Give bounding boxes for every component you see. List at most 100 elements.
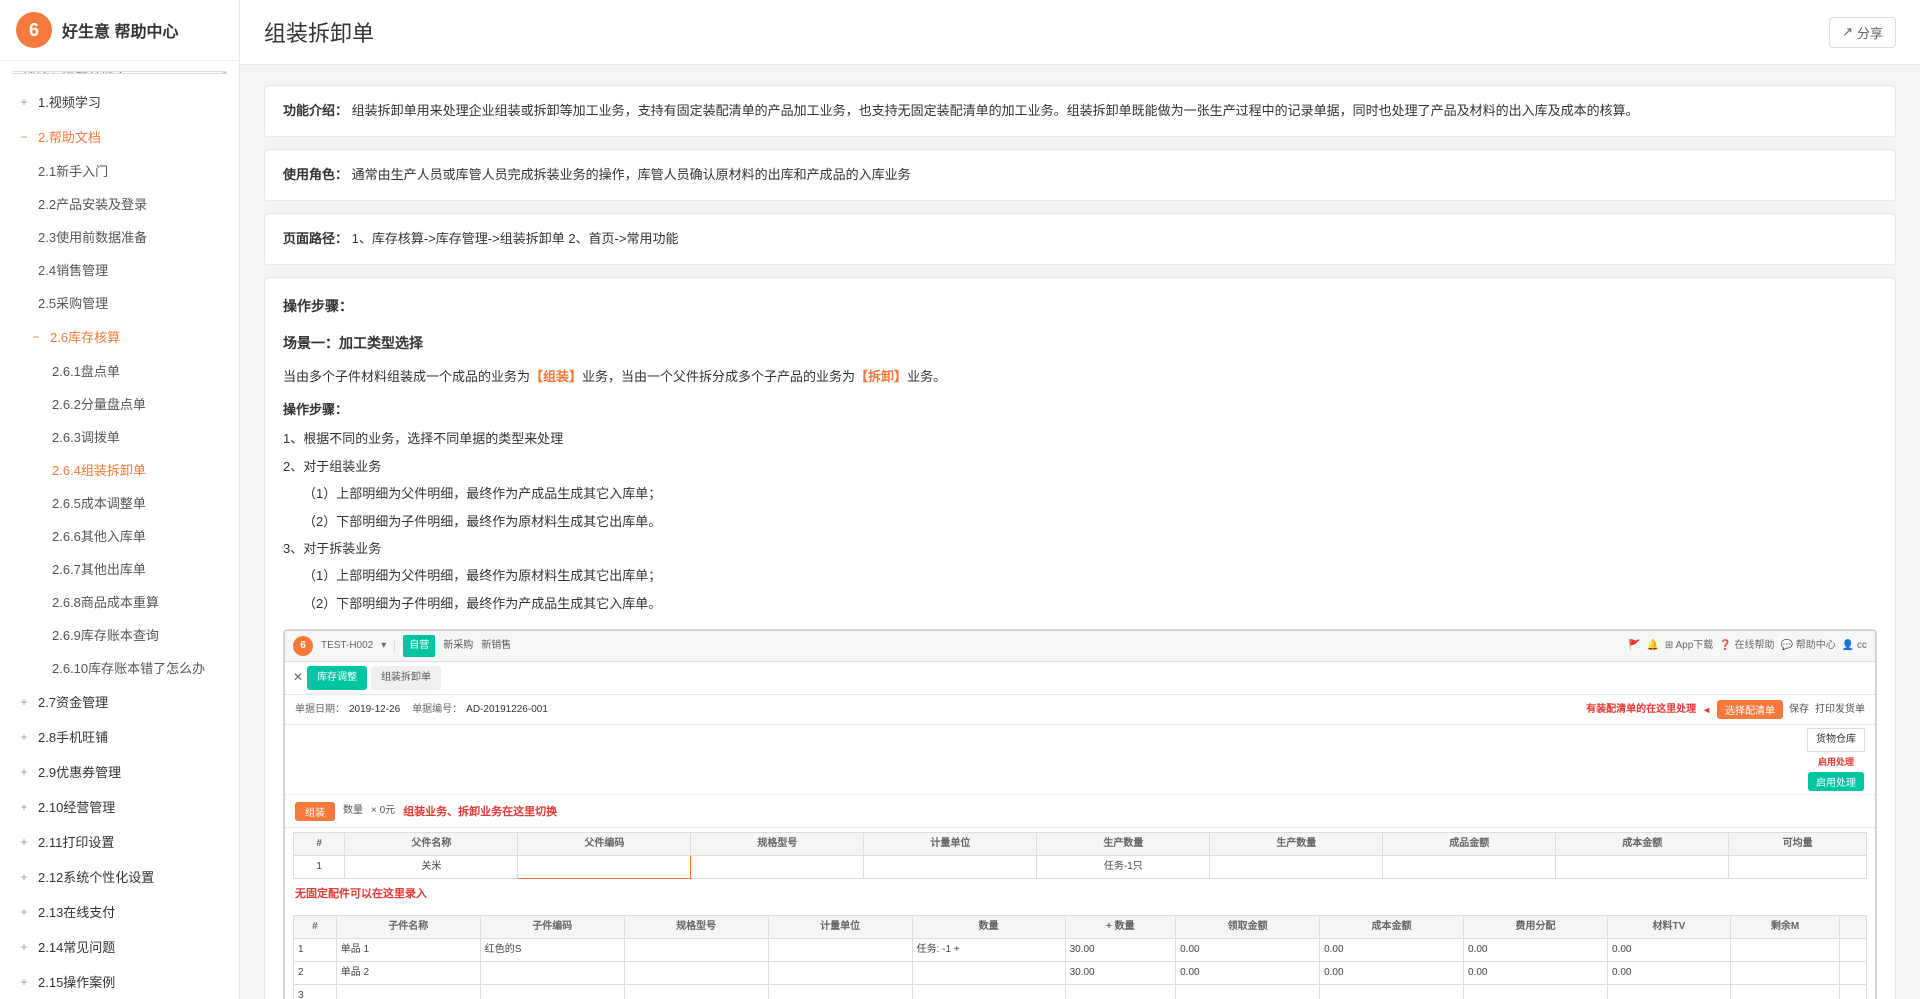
mock-th-unit: 计量单位 bbox=[864, 833, 1037, 856]
mock-icons: 🚩 🔔 ⊞ App下载 ❓ 在线帮助 💬 帮助中心 👤 cc bbox=[1628, 637, 1867, 655]
mock-icon-user: 👤 cc bbox=[1842, 637, 1867, 655]
expand-operation-icon bbox=[16, 799, 32, 815]
path-text: 1、库存核算->库存管理->组装拆卸单 2、首页->常用功能 bbox=[352, 231, 679, 246]
share-button[interactable]: ↗ 分享 bbox=[1829, 17, 1896, 48]
expand-payment-icon bbox=[16, 904, 32, 920]
app-title: 好生意 帮助中心 bbox=[62, 18, 178, 42]
mock-top-row-1: 1 关米 任务-1只 bbox=[294, 856, 1867, 879]
mock-bottom-row-3: 3 bbox=[294, 984, 1867, 999]
expand-cases-icon bbox=[16, 974, 32, 990]
mock-bottom-row-1: 1 单品 1 红色的S 任务: -1 + 30.00 0.00 0.00 bbox=[294, 938, 1867, 961]
function-intro-text: 组装拆卸单用来处理企业组装或拆卸等加工业务，支持有固定装配清单的产品加工业务，也… bbox=[352, 103, 1639, 118]
mock-date-label: 单据日期： bbox=[295, 701, 345, 719]
mock-th-cost-amt: 成本金额 bbox=[1556, 833, 1729, 856]
sidebar-item-operation[interactable]: 2.10经营管理 bbox=[0, 789, 239, 824]
step-3-1: （1）上部明细为父件明细，最终作为原材料生成其它出库单； bbox=[283, 564, 1877, 587]
sidebar-item-coupon[interactable]: 2.9优惠券管理 bbox=[0, 754, 239, 789]
screenshot-container: 6 TEST-H002 ▾ 自营 新采购 新销售 🚩 🔔 ⊞ App下载 ❓ 在… bbox=[283, 629, 1877, 999]
mock-nav-purchase: 新采购 bbox=[443, 637, 473, 655]
steps-content: 操作步骤： 1、根据不同的业务，选择不同单据的类型来处理 2、对于组装业务 （1… bbox=[283, 398, 1877, 615]
mock-icon-bell: 🔔 bbox=[1646, 637, 1658, 655]
scenario-desc: 当由多个子件材料组装成一个成品的业务为【组装】业务，当由一个父件拆分成多个子产品… bbox=[283, 365, 1877, 388]
sidebar-item-cases[interactable]: 2.15操作案例 bbox=[0, 964, 239, 999]
mock-process-note-row: 货物仓库 启用处理 启用处理 bbox=[285, 725, 1875, 795]
mock-bottom-row-2: 2 单品 2 30.00 0.00 0.00 0.00 bbox=[294, 961, 1867, 984]
expand-minus-icon bbox=[16, 129, 32, 145]
step-2-1: （1）上部明细为父件明细，最终作为产成品生成其它入库单； bbox=[283, 482, 1877, 505]
mock-field-date: 单据日期： 2019-12-26 bbox=[295, 701, 400, 719]
sidebar-item-assembly[interactable]: 2.6.4组装拆卸单 bbox=[0, 453, 239, 486]
sidebar-item-personalize[interactable]: 2.12系统个性化设置 bbox=[0, 859, 239, 894]
sidebar: 6 好生意 帮助中心 🔍 1.视频学习 2.帮助文档 2.1新手入门 2.2产品… bbox=[0, 0, 240, 999]
logo-icon: 6 bbox=[16, 12, 52, 48]
share-icon: ↗ bbox=[1842, 24, 1853, 40]
mock-process-note: 货物仓库 启用处理 启用处理 bbox=[1807, 728, 1865, 791]
step-2: 2、对于组装业务 bbox=[283, 455, 1877, 478]
mock-th-spec: 规格型号 bbox=[691, 833, 864, 856]
sidebar-item-cost-recalc[interactable]: 2.6.8商品成本重算 bbox=[0, 585, 239, 618]
mock-th-prod-qty: 生产数量 bbox=[1037, 833, 1210, 856]
mock-icon-flag: 🚩 bbox=[1628, 637, 1640, 655]
mock-warehouse-input: 货物仓库 bbox=[1807, 728, 1865, 752]
sidebar-item-install[interactable]: 2.2产品安装及登录 bbox=[0, 187, 239, 220]
sidebar-item-inventory[interactable]: 2.6库存核算 bbox=[0, 319, 239, 354]
mock-bottom-table: # 子件名称 子件编码 规格型号 计量单位 数量 + 数量 领取金额 成本金额 bbox=[293, 915, 1867, 999]
sidebar-item-new-user[interactable]: 2.1新手入门 bbox=[0, 154, 239, 187]
mock-orange-cell bbox=[518, 856, 691, 879]
sidebar-item-ledger-wrong[interactable]: 2.6.10库存账本错了怎么办 bbox=[0, 651, 239, 684]
sidebar-item-help-docs-label: 2.帮助文档 bbox=[38, 127, 101, 146]
operation-steps-section: 操作步骤： 场景一：加工类型选择 当由多个子件材料组装成一个成品的业务为【组装】… bbox=[264, 277, 1896, 999]
page-title: 组装拆卸单 bbox=[264, 16, 374, 48]
sidebar-item-transfer[interactable]: 2.6.3调拨单 bbox=[0, 420, 239, 453]
sidebar-item-videos[interactable]: 1.视频学习 bbox=[0, 84, 239, 119]
mock-field-order: 单据编号： AD-20191226-001 bbox=[412, 701, 548, 719]
mock-enable-label: 启用处理 bbox=[1818, 754, 1854, 770]
expand-minus-inventory-icon bbox=[28, 329, 44, 345]
sidebar-item-capital[interactable]: 2.7资金管理 bbox=[0, 684, 239, 719]
mock-order-label: 单据编号： bbox=[412, 701, 462, 719]
search-box: 🔍 bbox=[12, 71, 227, 74]
mock-icon-apps: ⊞ App下载 bbox=[1665, 637, 1713, 655]
mock-right-actions: 有装配清单的在这里处理 ◄ 选择配清单 保存 打印发货单 bbox=[1586, 700, 1865, 719]
mock-top-table-area: # 父件名称 父件编码 规格型号 计量单位 生产数量 生产数量 成品金额 成本金… bbox=[285, 828, 1875, 883]
mock-no-fixed-label: 无固定配件可以在这里录入 bbox=[295, 888, 427, 900]
mock-close-btn: ✕ bbox=[293, 667, 303, 689]
mock-th-avail: 可均量 bbox=[1729, 833, 1867, 856]
content-area: 功能介绍： 组装拆卸单用来处理企业组装或拆卸等加工业务，支持有固定装配清单的产品… bbox=[240, 65, 1920, 999]
sidebar-item-sales[interactable]: 2.4销售管理 bbox=[0, 253, 239, 286]
sidebar-item-stock-ledger[interactable]: 2.6.9库存账本查询 bbox=[0, 618, 239, 651]
share-label: 分享 bbox=[1857, 23, 1883, 42]
sidebar-item-stock-count[interactable]: 2.6.1盘点单 bbox=[0, 354, 239, 387]
mock-select-btn[interactable]: 选择配清单 bbox=[1717, 700, 1783, 719]
sidebar-item-cost-adj[interactable]: 2.6.5成本调整单 bbox=[0, 486, 239, 519]
function-intro-label: 功能介绍： bbox=[283, 103, 348, 118]
operation-steps-title: 操作步骤： bbox=[283, 294, 1877, 319]
sidebar-item-help-docs[interactable]: 2.帮助文档 bbox=[0, 119, 239, 154]
sidebar-item-mobile[interactable]: 2.8手机旺铺 bbox=[0, 719, 239, 754]
mock-nav-self: 自营 bbox=[403, 635, 435, 657]
mock-th-prod-amt: 成品金额 bbox=[1383, 833, 1556, 856]
search-button[interactable]: 🔍 bbox=[209, 72, 227, 73]
mock-process-type-note: 组装业务、拆卸业务在这里切换 bbox=[403, 806, 557, 818]
sidebar-item-other-in[interactable]: 2.6.6其他入库单 bbox=[0, 519, 239, 552]
sidebar-item-purchase[interactable]: 2.5采购管理 bbox=[0, 286, 239, 319]
role-text: 通常由生产人员或库管人员完成拆装业务的操作，库管人员确认原材料的出库和产成品的入… bbox=[352, 167, 911, 182]
mock-topbar: 6 TEST-H002 ▾ 自营 新采购 新销售 🚩 🔔 ⊞ App下载 ❓ 在… bbox=[285, 631, 1875, 662]
sidebar-item-fractional[interactable]: 2.6.2分量盘点单 bbox=[0, 387, 239, 420]
expand-faq-icon bbox=[16, 939, 32, 955]
expand-capital-icon bbox=[16, 694, 32, 710]
sidebar-item-other-out[interactable]: 2.6.7其他出库单 bbox=[0, 552, 239, 585]
sidebar-item-payment[interactable]: 2.13在线支付 bbox=[0, 894, 239, 929]
mock-process-btn-top[interactable]: 启用处理 bbox=[1808, 772, 1864, 791]
sidebar-item-faq[interactable]: 2.14常见问题 bbox=[0, 929, 239, 964]
mock-th-parent-name: 父件名称 bbox=[345, 833, 518, 856]
mock-top-table: # 父件名称 父件编码 规格型号 计量单位 生产数量 生产数量 成品金额 成本金… bbox=[293, 832, 1867, 879]
sidebar-item-data-prep[interactable]: 2.3使用前数据准备 bbox=[0, 220, 239, 253]
mock-date-value: 2019-12-26 bbox=[349, 701, 400, 719]
search-input[interactable] bbox=[13, 72, 209, 74]
step-label: 操作步骤： bbox=[283, 398, 1877, 421]
mock-type-btn[interactable]: 组装 bbox=[295, 802, 335, 821]
sidebar-item-print[interactable]: 2.11打印设置 bbox=[0, 824, 239, 859]
mock-th-parent-code: 父件编码 bbox=[518, 833, 691, 856]
mock-order-value: AD-20191226-001 bbox=[466, 701, 548, 719]
